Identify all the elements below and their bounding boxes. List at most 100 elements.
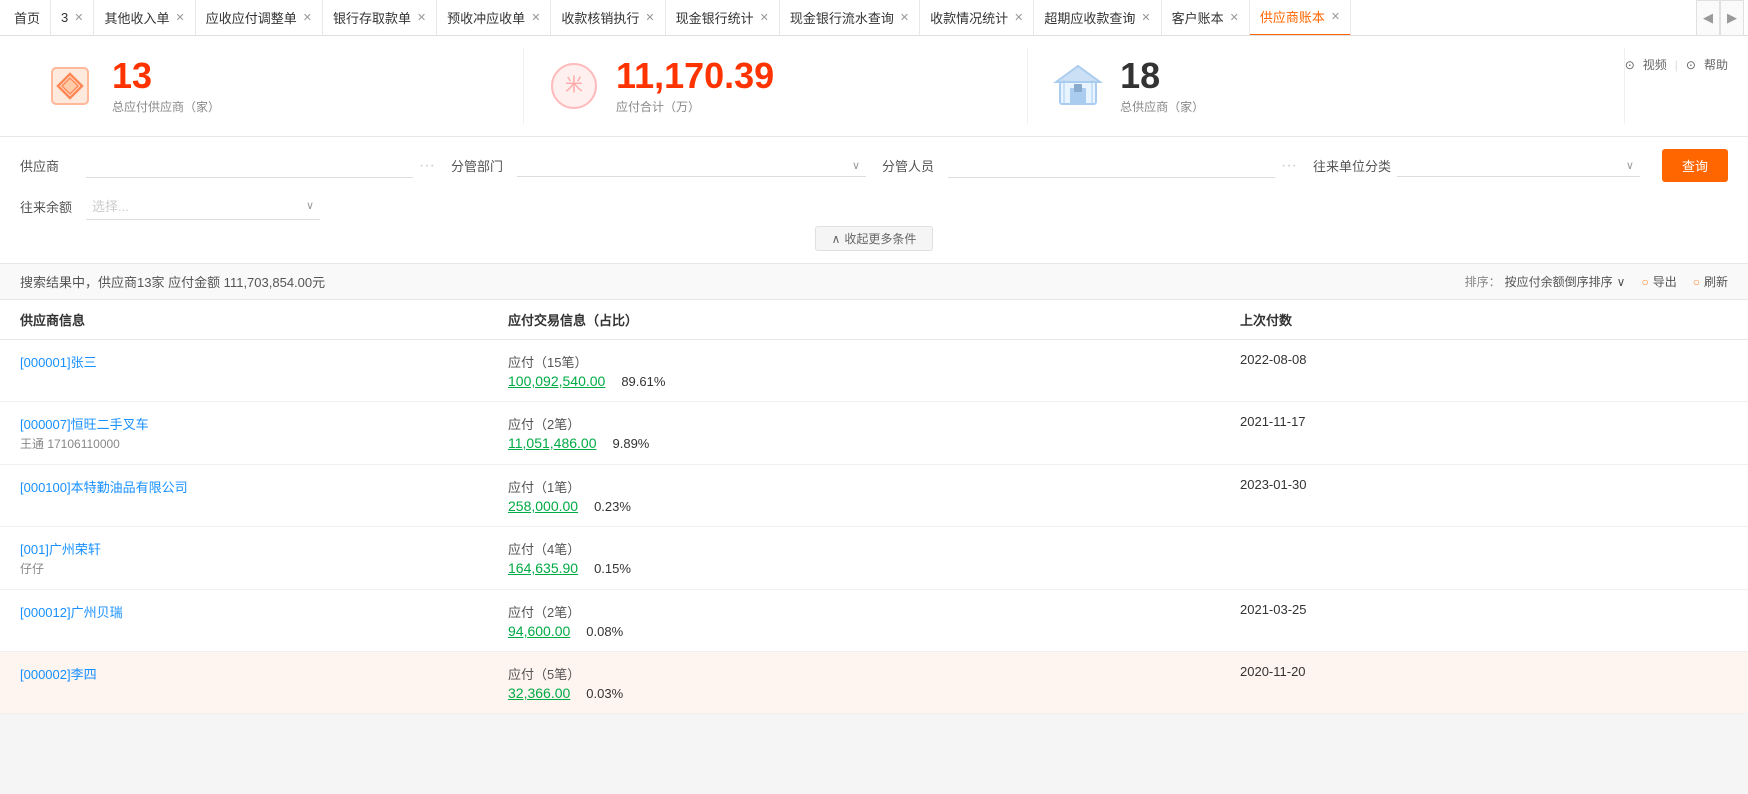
nav-item-overdue-query[interactable]: 超期应收款查询 ✕: [1034, 0, 1161, 36]
trans-amount-5[interactable]: 32,366.00: [508, 685, 570, 701]
trans-row-4: 94,600.00 0.08%: [508, 623, 1240, 639]
last-pay-2: 2023-01-30: [1240, 477, 1728, 492]
last-pay-1: 2021-11-17: [1240, 414, 1728, 429]
stat-info-payable-total: 11,170.39 应付合计（万）: [616, 58, 774, 115]
stat-num-payable-suppliers: 13: [112, 58, 220, 94]
filter-balance: 往来余额 选择... ∨: [20, 192, 320, 220]
close-icon-bank-deposit[interactable]: ✕: [417, 11, 426, 24]
transaction-info-1: 应付（2笔） 11,051,486.00 9.89%: [508, 414, 1240, 451]
category-select[interactable]: ∨: [1397, 155, 1640, 177]
nav-item-cash-bank-stats[interactable]: 现金银行统计 ✕: [666, 0, 780, 36]
supplier-dots-icon[interactable]: ···: [419, 157, 435, 175]
close-icon-collection-stats[interactable]: ✕: [1014, 11, 1023, 24]
export-button[interactable]: ○ 导出: [1641, 273, 1676, 290]
supplier-info-4: [000012]广州贝瑞: [20, 602, 508, 623]
nav-item-prepaid-receipt[interactable]: 预收冲应收单 ✕: [437, 0, 551, 36]
sort-dropdown-icon: ∨: [1617, 275, 1626, 289]
trans-label-0: 应付（15笔）: [508, 352, 1240, 371]
video-link[interactable]: 视频: [1643, 56, 1667, 73]
refresh-button[interactable]: ○ 刷新: [1693, 273, 1728, 290]
trans-amount-4[interactable]: 94,600.00: [508, 623, 570, 639]
supplier-link-0[interactable]: [000001]张三: [20, 355, 97, 370]
table-header: 供应商信息 应付交易信息（占比） 上次付数: [0, 300, 1748, 340]
nav-label-collection-exec: 收款核销执行: [561, 8, 639, 27]
trans-amount-1[interactable]: 11,051,486.00: [508, 435, 597, 451]
close-icon-supplier-ledger[interactable]: ✕: [1331, 10, 1340, 23]
supplier-link-3[interactable]: [001]广州荣轩: [20, 542, 101, 557]
supplier-sub-3: 仔仔: [20, 560, 508, 577]
top-right-links: ⊙ 视频 | ⊙ 帮助: [1625, 48, 1728, 73]
filter-row-1: 供应商 ··· 分管部门 ∨ 分管人员 ··· 往来单位分类 ∨ 查询: [20, 149, 1728, 182]
close-icon-prepaid-receipt[interactable]: ✕: [531, 11, 540, 24]
nav-item-collection-exec[interactable]: 收款核销执行 ✕: [551, 0, 665, 36]
supplier-link-4[interactable]: [000012]广州贝瑞: [20, 605, 123, 620]
supplier-info-1: [000007]恒旺二手叉车 王通 17106110000: [20, 414, 508, 452]
store-icon: [1048, 56, 1108, 116]
close-icon-other-income[interactable]: ✕: [175, 11, 184, 24]
nav-item-home[interactable]: 首页: [4, 0, 51, 36]
close-icon-overdue-query[interactable]: ✕: [1141, 11, 1150, 24]
close-icon-cash-bank-flow[interactable]: ✕: [900, 11, 909, 24]
nav-item-other-income[interactable]: 其他收入单 ✕: [94, 0, 195, 36]
collapse-button[interactable]: ∧ 收起更多条件: [815, 226, 934, 251]
nav-item-customer-ledger[interactable]: 客户账本 ✕: [1162, 0, 1250, 36]
dept-select[interactable]: ∨: [517, 155, 866, 177]
sort-select[interactable]: 排序： 按应付余额倒序排序 ∨: [1465, 273, 1626, 290]
col-header-supplier: 供应商信息: [20, 310, 508, 329]
close-icon-3[interactable]: ✕: [74, 11, 83, 24]
close-icon-cash-bank-stats[interactable]: ✕: [760, 11, 769, 24]
nav-label-home: 首页: [14, 8, 40, 27]
person-input[interactable]: [948, 154, 1275, 178]
stat-info-payable-suppliers: 13 总应付供应商（家）: [112, 58, 220, 115]
table-row: [000002]李四 应付（5笔） 32,366.00 0.03% 2020-1…: [0, 652, 1748, 714]
category-dropdown-icon[interactable]: ∨: [1626, 159, 1634, 172]
nav-scroll-right[interactable]: ▶: [1720, 0, 1744, 36]
trans-pct-4: 0.08%: [586, 624, 623, 639]
close-icon-customer-ledger[interactable]: ✕: [1230, 11, 1239, 24]
supplier-link-5[interactable]: [000002]李四: [20, 667, 97, 682]
close-icon-adjustment[interactable]: ✕: [303, 11, 312, 24]
trans-pct-3: 0.15%: [594, 561, 631, 576]
sort-label: 排序：: [1465, 273, 1501, 290]
trans-label-4: 应付（2笔）: [508, 602, 1240, 621]
export-icon: ○: [1641, 275, 1648, 289]
stat-card-payable-suppliers: 13 总应付供应商（家）: [20, 48, 524, 124]
person-dots-icon[interactable]: ···: [1281, 157, 1297, 175]
search-button[interactable]: 查询: [1662, 149, 1728, 182]
table-container: 供应商信息 应付交易信息（占比） 上次付数 [000001]张三 应付（15笔）…: [0, 300, 1748, 714]
trans-pct-1: 9.89%: [613, 436, 650, 451]
nav-label-bank-deposit: 银行存取款单: [333, 8, 411, 27]
nav-label-customer-ledger: 客户账本: [1172, 8, 1224, 27]
stat-label-payable-suppliers: 总应付供应商（家）: [112, 98, 220, 115]
trans-amount-2[interactable]: 258,000.00: [508, 498, 578, 514]
stat-info-total-suppliers: 18 总供应商（家）: [1120, 58, 1204, 115]
filter-category: 往来单位分类 ∨ 查询: [1313, 149, 1728, 182]
refresh-icon: ○: [1693, 275, 1700, 289]
close-icon-collection-exec[interactable]: ✕: [645, 11, 654, 24]
trans-amount-3[interactable]: 164,635.90: [508, 560, 578, 576]
supplier-link-1[interactable]: [000007]恒旺二手叉车: [20, 417, 149, 432]
nav-label-cash-bank-stats: 现金银行统计: [676, 8, 754, 27]
nav-item-bank-deposit[interactable]: 银行存取款单 ✕: [323, 0, 437, 36]
nav-scroll-left[interactable]: ◀: [1696, 0, 1720, 36]
last-pay-5: 2020-11-20: [1240, 664, 1728, 679]
nav-item-supplier-ledger[interactable]: 供应商账本 ✕: [1250, 0, 1351, 36]
nav-bar: 首页 3 ✕ 其他收入单 ✕ 应收应付调整单 ✕ 银行存取款单 ✕ 预收冲应收单…: [0, 0, 1748, 36]
nav-item-3[interactable]: 3 ✕: [51, 0, 94, 36]
balance-select[interactable]: 选择... ∨: [86, 192, 320, 220]
supplier-sub-1: 王通 17106110000: [20, 435, 508, 452]
trans-amount-0[interactable]: 100,092,540.00: [508, 373, 605, 389]
trans-row-3: 164,635.90 0.15%: [508, 560, 1240, 576]
supplier-input[interactable]: [86, 154, 413, 178]
nav-item-collection-stats[interactable]: 收款情况统计 ✕: [920, 0, 1034, 36]
nav-item-adjustment[interactable]: 应收应付调整单 ✕: [196, 0, 323, 36]
help-link[interactable]: 帮助: [1704, 56, 1728, 73]
nav-item-cash-bank-flow[interactable]: 现金银行流水查询 ✕: [780, 0, 920, 36]
nav-label-cash-bank-flow: 现金银行流水查询: [790, 8, 894, 27]
filter-person-label: 分管人员: [882, 156, 942, 175]
trans-row-0: 100,092,540.00 89.61%: [508, 373, 1240, 389]
dept-dropdown-icon[interactable]: ∨: [852, 159, 860, 172]
trans-pct-5: 0.03%: [586, 686, 623, 701]
supplier-link-2[interactable]: [000100]本特勤油品有限公司: [20, 480, 188, 495]
balance-dropdown-icon[interactable]: ∨: [306, 199, 314, 212]
